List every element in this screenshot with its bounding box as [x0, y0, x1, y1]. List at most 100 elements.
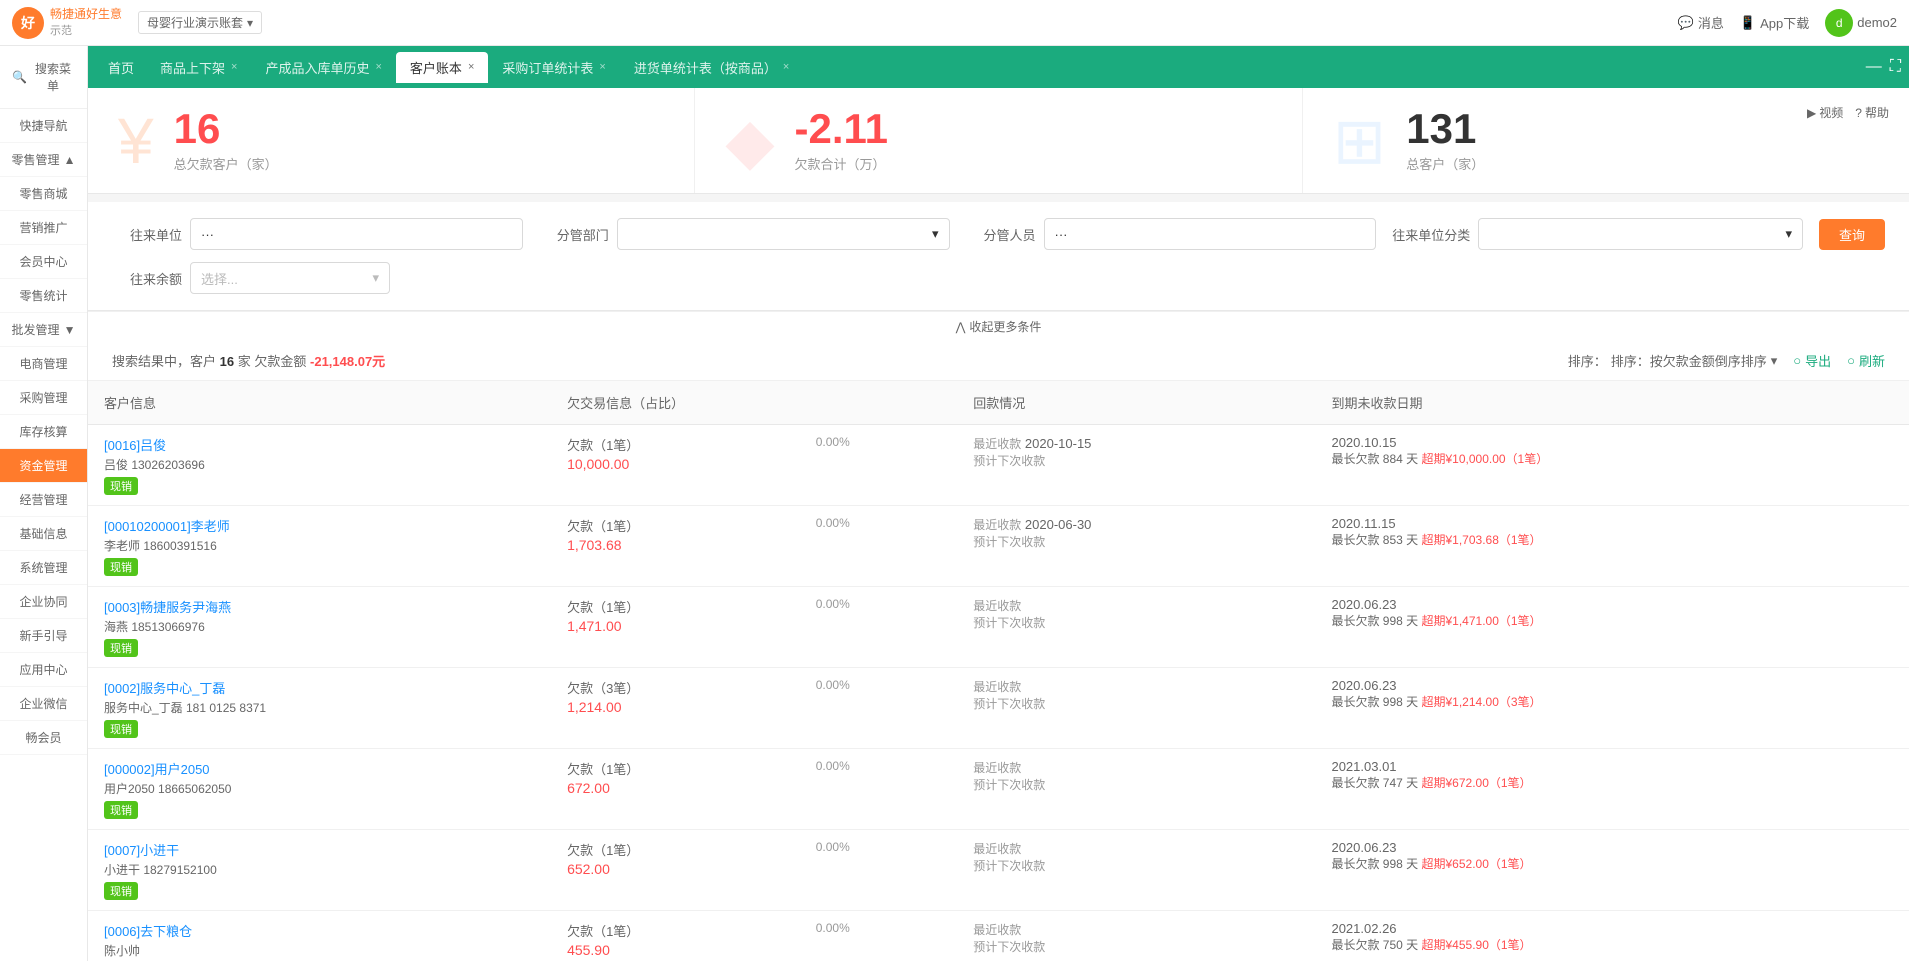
tab-product-listing[interactable]: 商品上下架 ×	[146, 52, 251, 83]
filter-dots-icon: ···	[201, 227, 214, 242]
latest-collect-label: 最近收款	[973, 761, 1021, 775]
tab-production-history[interactable]: 产成品入库单历史 ×	[251, 52, 395, 83]
logo-text: 畅捷通好生意	[50, 7, 122, 23]
sidebar-item-basic-info[interactable]: 基础信息	[0, 517, 87, 551]
overdue-amount-link[interactable]: 超期¥652.00（1笔）	[1422, 857, 1532, 871]
tab-close-icon[interactable]: ×	[375, 61, 381, 73]
chevron-down-icon: ▾	[1785, 226, 1792, 242]
unit-category-select[interactable]: ▾	[1478, 218, 1803, 250]
card-total-customers-value: 131	[1406, 108, 1484, 150]
search-menu-button[interactable]: 🔍 搜索菜单	[8, 56, 79, 98]
tab-close-icon[interactable]: ×	[231, 61, 237, 73]
overdue-date-cell: 2020.06.23 最长欠款 998 天 超期¥652.00（1笔）	[1315, 830, 1909, 911]
export-label: 导出	[1805, 351, 1831, 370]
customer-name-link[interactable]: [0003]畅捷服务尹海燕	[104, 597, 535, 616]
message-button[interactable]: 💬 消息	[1678, 13, 1724, 32]
source-unit-input[interactable]: ···	[190, 218, 523, 250]
debt-info-cell: 欠款（3笔） 1,214.00	[551, 668, 800, 749]
mobile-icon: 📱	[1740, 15, 1756, 31]
sidebar-item-label: 企业协同	[19, 595, 67, 609]
video-link[interactable]: ▶ 视频	[1807, 104, 1843, 121]
collection-status-cell: 最近收款 预计下次收款	[957, 587, 1315, 668]
tab-label: 采购订单统计表	[502, 58, 593, 77]
customer-name-link[interactable]: [0002]服务中心_丁磊	[104, 678, 535, 697]
refresh-button[interactable]: ○ 刷新	[1847, 351, 1885, 370]
overdue-date-cell: 2020.06.23 最长欠款 998 天 超期¥1,214.00（3笔）	[1315, 668, 1909, 749]
filter-person: 分管人员 ···	[966, 218, 1377, 250]
sidebar-item-label: 电商管理	[19, 357, 67, 371]
debt-ratio: 0.00%	[816, 759, 942, 773]
data-table: 客户信息 欠交易信息（占比） 回款情况 到期未收款日期 [0016]吕俊 吕俊 …	[88, 381, 1909, 961]
tab-purchase-order-stats[interactable]: 采购订单统计表 ×	[488, 52, 619, 83]
company-selector[interactable]: 母婴行业演示账套 ▾	[138, 11, 262, 34]
person-input[interactable]: ···	[1044, 218, 1377, 250]
sidebar-item-wechat[interactable]: 企业微信	[0, 687, 87, 721]
customer-phone: 服务中心_丁磊 181 0125 8371	[104, 699, 535, 716]
sidebar-item-label: 零售管理	[12, 151, 60, 168]
customer-name-link[interactable]: [0016]吕俊	[104, 435, 535, 454]
export-button[interactable]: ○ 导出	[1793, 351, 1831, 370]
sidebar-item-operation[interactable]: 经营管理	[0, 483, 87, 517]
sidebar-item-guide[interactable]: 新手引导	[0, 619, 87, 653]
customer-name-link[interactable]: [0007]小进干	[104, 840, 535, 859]
overdue-amount-link[interactable]: 超期¥455.90（1笔）	[1422, 938, 1532, 952]
sidebar-item-marketing[interactable]: 营销推广	[0, 211, 87, 245]
sidebar-item-label: 快捷导航	[19, 119, 67, 133]
latest-collect-row: 最近收款 2020-06-30	[973, 516, 1299, 533]
latest-collect-row: 最近收款	[973, 759, 1299, 776]
tab-close-icon[interactable]: ×	[783, 61, 789, 73]
tab-home[interactable]: 首页	[96, 52, 146, 83]
minimize-icon[interactable]: —	[1866, 58, 1882, 76]
tab-purchase-stats-by-product[interactable]: 进货单统计表（按商品） ×	[620, 52, 803, 83]
sort-selector[interactable]: 排序： 排序：按欠款金额倒序排序 ▾	[1568, 351, 1778, 370]
sidebar-item-wholesale-mgmt[interactable]: 批发管理 ▼	[0, 313, 87, 347]
tab-close-icon[interactable]: ×	[468, 61, 474, 73]
tab-close-icon[interactable]: ×	[599, 61, 605, 73]
overdue-amount-link[interactable]: 超期¥1,471.00（1笔）	[1422, 614, 1542, 628]
dept-select[interactable]: ▾	[617, 218, 950, 250]
sidebar-item-retail-mgmt[interactable]: 零售管理 ▲	[0, 143, 87, 177]
sidebar-item-ecommerce[interactable]: 电商管理	[0, 347, 87, 381]
overdue-amount-link[interactable]: 超期¥1,703.68（1笔）	[1422, 533, 1542, 547]
sidebar-item-app-center[interactable]: 应用中心	[0, 653, 87, 687]
sidebar-item-member-plus[interactable]: 畅会员	[0, 721, 87, 755]
overdue-amount-link[interactable]: 超期¥1,214.00（3笔）	[1422, 695, 1542, 709]
customer-name-link[interactable]: [00010200001]李老师	[104, 516, 535, 535]
due-date: 2020.06.23	[1331, 678, 1893, 693]
table-row: [000002]用户2050 用户2050 18665062050 现销 欠款（…	[88, 749, 1909, 830]
query-button[interactable]: 查询	[1819, 219, 1885, 250]
sidebar-item-label: 批发管理	[12, 321, 60, 338]
customer-tag: 现销	[104, 720, 138, 738]
chevron-down-icon: ▾	[932, 226, 939, 242]
tab-customer-ledger[interactable]: 客户账本 ×	[396, 52, 488, 83]
sidebar-item-retail-stats[interactable]: 零售统计	[0, 279, 87, 313]
help-link[interactable]: ? 帮助	[1855, 104, 1889, 121]
latest-collect-label: 最近收款	[973, 437, 1021, 451]
customer-name-link[interactable]: [000002]用户2050	[104, 759, 535, 778]
overdue-amount-link[interactable]: 超期¥672.00（1笔）	[1422, 776, 1532, 790]
search-result-mid: 家	[238, 354, 251, 369]
sidebar-item-finance[interactable]: 资金管理	[0, 449, 87, 483]
sidebar-item-system[interactable]: 系统管理	[0, 551, 87, 585]
expand-icon[interactable]: ⛶	[1890, 58, 1901, 76]
app-download-button[interactable]: 📱 App下载	[1740, 13, 1809, 32]
debt-amount-value: 455.90	[567, 942, 784, 958]
top-right-actions: 💬 消息 📱 App下载 d demo2	[1678, 9, 1897, 37]
user-profile[interactable]: d demo2	[1825, 9, 1897, 37]
customer-name-link[interactable]: [0006]去下粮仓	[104, 921, 535, 940]
sidebar-item-purchase[interactable]: 采购管理	[0, 381, 87, 415]
sidebar-item-inventory[interactable]: 库存核算	[0, 415, 87, 449]
balance-select[interactable]: 选择... ▾	[190, 262, 390, 294]
debt-count: 欠款（1笔）	[567, 759, 784, 778]
sidebar-item-retail-mall[interactable]: 零售商城	[0, 177, 87, 211]
sidebar-item-quick-nav[interactable]: 快捷导航	[0, 109, 87, 143]
chevron-icon: ▲	[64, 153, 76, 167]
overdue-amount-link[interactable]: 超期¥10,000.00（1笔）	[1422, 452, 1549, 466]
sidebar-item-member[interactable]: 会员中心	[0, 245, 87, 279]
latest-collect-label: 最近收款	[973, 923, 1021, 937]
latest-collect-label: 最近收款	[973, 518, 1021, 532]
sidebar-item-enterprise[interactable]: 企业协同	[0, 585, 87, 619]
toolbar-right-actions: 排序： 排序：按欠款金额倒序排序 ▾ ○ 导出 ○ 刷新	[1568, 351, 1885, 370]
debt-amount-value: 1,471.00	[567, 618, 784, 634]
collapse-filters-button[interactable]: ⋀ 收起更多条件	[88, 311, 1909, 341]
